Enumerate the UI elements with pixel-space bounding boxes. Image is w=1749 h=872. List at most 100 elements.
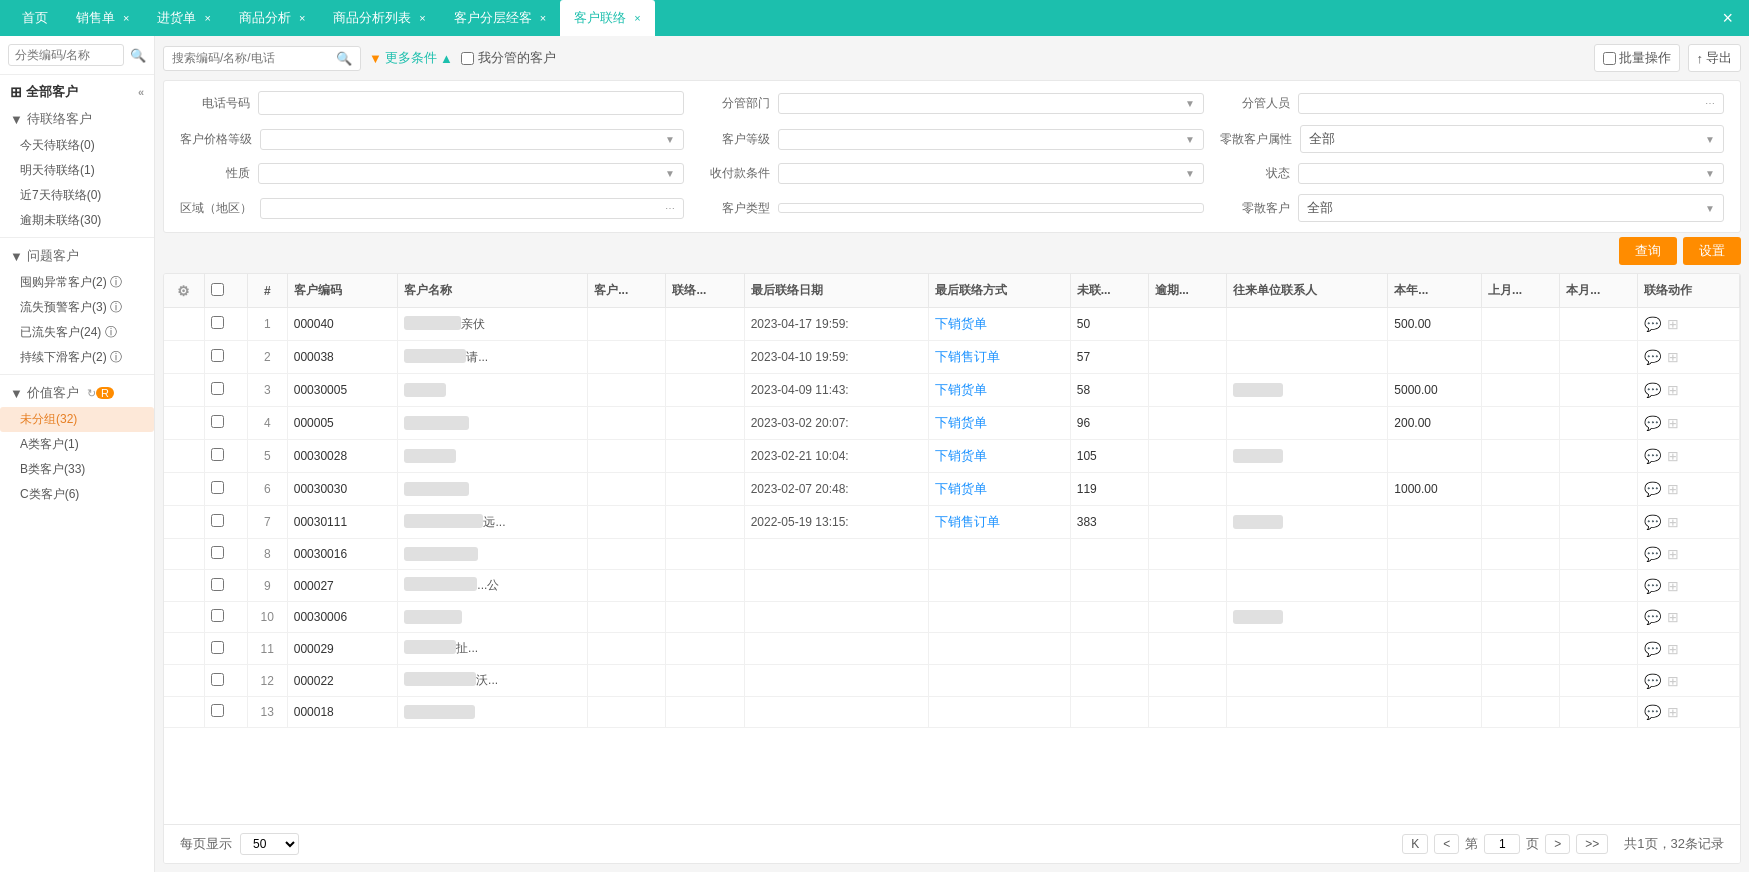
- grid-action-icon-11[interactable]: ⊞: [1667, 673, 1679, 689]
- grid-action-icon-1[interactable]: ⊞: [1667, 349, 1679, 365]
- row-checkbox-7[interactable]: [211, 546, 224, 559]
- row-check-3[interactable]: [204, 407, 247, 440]
- contact-method-link-0[interactable]: 下销货单: [935, 316, 987, 331]
- grid-action-icon-2[interactable]: ⊞: [1667, 382, 1679, 398]
- grid-action-icon-0[interactable]: ⊞: [1667, 316, 1679, 332]
- group-problem-customers[interactable]: ▼ 问题客户: [0, 242, 154, 270]
- row-checkbox-1[interactable]: [211, 349, 224, 362]
- batch-check[interactable]: [1603, 52, 1616, 65]
- more-conditions-btn[interactable]: ▼ 更多条件 ▲: [369, 49, 453, 67]
- row-checkbox-11[interactable]: [211, 673, 224, 686]
- row-check-1[interactable]: [204, 341, 247, 374]
- search-input[interactable]: [172, 51, 332, 65]
- contact-method-link-3[interactable]: 下销货单: [935, 415, 987, 430]
- grid-action-icon-9[interactable]: ⊞: [1667, 609, 1679, 625]
- close-purchase-tab[interactable]: ×: [204, 12, 210, 24]
- close-sales-tab[interactable]: ×: [123, 12, 129, 24]
- sidebar-item-today-pending[interactable]: 今天待联络(0): [0, 133, 154, 158]
- filter-select-manager[interactable]: ⋯: [1298, 93, 1724, 114]
- row-check-6[interactable]: [204, 506, 247, 539]
- all-customers-section[interactable]: ⊞ 全部客户 «: [0, 75, 154, 105]
- sidebar-item-unclassified[interactable]: 未分组(32): [0, 407, 154, 432]
- chat-icon-12[interactable]: 💬: [1644, 704, 1661, 720]
- grid-action-icon-12[interactable]: ⊞: [1667, 704, 1679, 720]
- chat-icon-6[interactable]: 💬: [1644, 514, 1661, 530]
- export-button[interactable]: ↑ 导出: [1688, 44, 1742, 72]
- filter-select-customer-level[interactable]: ▼: [778, 129, 1204, 150]
- group-pending-contact[interactable]: ▼ 待联络客户: [0, 105, 154, 133]
- nav-customer-contact[interactable]: 客户联络 ×: [560, 0, 654, 36]
- sidebar-item-declining[interactable]: 持续下滑客户(2) ⓘ: [0, 345, 154, 370]
- close-analysis-list-tab[interactable]: ×: [419, 12, 425, 24]
- chat-icon-5[interactable]: 💬: [1644, 481, 1661, 497]
- nav-home[interactable]: 首页: [8, 0, 62, 36]
- close-contact-tab[interactable]: ×: [634, 12, 640, 24]
- contact-method-link-5[interactable]: 下销货单: [935, 481, 987, 496]
- row-checkbox-3[interactable]: [211, 415, 224, 428]
- sidebar-search-icon[interactable]: 🔍: [130, 48, 146, 63]
- current-page-input[interactable]: [1484, 834, 1520, 854]
- sidebar-item-class-c[interactable]: C类客户(6): [0, 482, 154, 507]
- row-checkbox-6[interactable]: [211, 514, 224, 527]
- row-checkbox-5[interactable]: [211, 481, 224, 494]
- contact-method-link-2[interactable]: 下销货单: [935, 382, 987, 397]
- table-scroll[interactable]: ⚙ # 客户编码 客户名称 客户... 联络... 最后联络日期 最后联络方式 …: [164, 274, 1740, 824]
- sidebar-item-7day-pending[interactable]: 近7天待联络(0): [0, 183, 154, 208]
- close-segment-tab[interactable]: ×: [540, 12, 546, 24]
- sidebar-item-class-b[interactable]: B类客户(33): [0, 457, 154, 482]
- row-check-7[interactable]: [204, 539, 247, 570]
- row-check-5[interactable]: [204, 473, 247, 506]
- my-customers-checkbox[interactable]: 我分管的客户: [461, 49, 556, 67]
- row-check-0[interactable]: [204, 308, 247, 341]
- sidebar-item-abnormal[interactable]: 囤购异常客户(2) ⓘ: [0, 270, 154, 295]
- nav-purchase[interactable]: 进货单 ×: [143, 0, 224, 36]
- search-icon[interactable]: 🔍: [336, 51, 352, 66]
- select-all-checkbox[interactable]: [211, 283, 224, 296]
- filter-select-scatter-attr[interactable]: 全部 ▼: [1300, 125, 1724, 153]
- sidebar-item-churned[interactable]: 已流失客户(24) ⓘ: [0, 320, 154, 345]
- grid-action-icon-8[interactable]: ⊞: [1667, 578, 1679, 594]
- chat-icon-4[interactable]: 💬: [1644, 448, 1661, 464]
- sidebar-search-input[interactable]: [8, 44, 124, 66]
- contact-method-link-6[interactable]: 下销售订单: [935, 514, 1000, 529]
- contact-method-link-4[interactable]: 下销货单: [935, 448, 987, 463]
- row-checkbox-2[interactable]: [211, 382, 224, 395]
- next-page-btn[interactable]: >: [1545, 834, 1570, 854]
- contact-method-link-1[interactable]: 下销售订单: [935, 349, 1000, 364]
- sidebar-item-tomorrow-pending[interactable]: 明天待联络(1): [0, 158, 154, 183]
- grid-action-icon-5[interactable]: ⊞: [1667, 481, 1679, 497]
- sidebar-item-overdue-pending[interactable]: 逾期未联络(30): [0, 208, 154, 233]
- row-check-10[interactable]: [204, 633, 247, 665]
- filter-select-customer-type[interactable]: [778, 203, 1204, 213]
- filter-select-payment[interactable]: ▼: [778, 163, 1204, 184]
- row-check-8[interactable]: [204, 570, 247, 602]
- batch-op-button[interactable]: 批量操作: [1594, 44, 1680, 72]
- chat-icon-9[interactable]: 💬: [1644, 609, 1661, 625]
- row-checkbox-4[interactable]: [211, 448, 224, 461]
- nav-customer-segment[interactable]: 客户分层经客 ×: [440, 0, 560, 36]
- row-checkbox-10[interactable]: [211, 641, 224, 654]
- filter-select-nature[interactable]: ▼: [258, 163, 684, 184]
- row-check-12[interactable]: [204, 697, 247, 728]
- window-close-button[interactable]: ×: [1714, 8, 1741, 29]
- filter-select-price-level[interactable]: ▼: [260, 129, 684, 150]
- chat-icon-2[interactable]: 💬: [1644, 382, 1661, 398]
- chat-icon-8[interactable]: 💬: [1644, 578, 1661, 594]
- last-page-btn[interactable]: >>: [1576, 834, 1608, 854]
- row-check-4[interactable]: [204, 440, 247, 473]
- grid-action-icon-4[interactable]: ⊞: [1667, 448, 1679, 464]
- chat-icon-7[interactable]: 💬: [1644, 546, 1661, 562]
- row-checkbox-8[interactable]: [211, 578, 224, 591]
- nav-sales[interactable]: 销售单 ×: [62, 0, 143, 36]
- row-check-2[interactable]: [204, 374, 247, 407]
- row-check-11[interactable]: [204, 665, 247, 697]
- group-value-customers[interactable]: ▼ 价值客户 ↻ R: [0, 379, 154, 407]
- th-gear[interactable]: ⚙: [164, 274, 204, 308]
- filter-select-dept[interactable]: ▼: [778, 93, 1204, 114]
- close-analysis-tab[interactable]: ×: [299, 12, 305, 24]
- filter-select-region[interactable]: ⋯: [260, 198, 684, 219]
- sidebar-item-class-a[interactable]: A类客户(1): [0, 432, 154, 457]
- grid-action-icon-3[interactable]: ⊞: [1667, 415, 1679, 431]
- chat-icon-10[interactable]: 💬: [1644, 641, 1661, 657]
- grid-action-icon-10[interactable]: ⊞: [1667, 641, 1679, 657]
